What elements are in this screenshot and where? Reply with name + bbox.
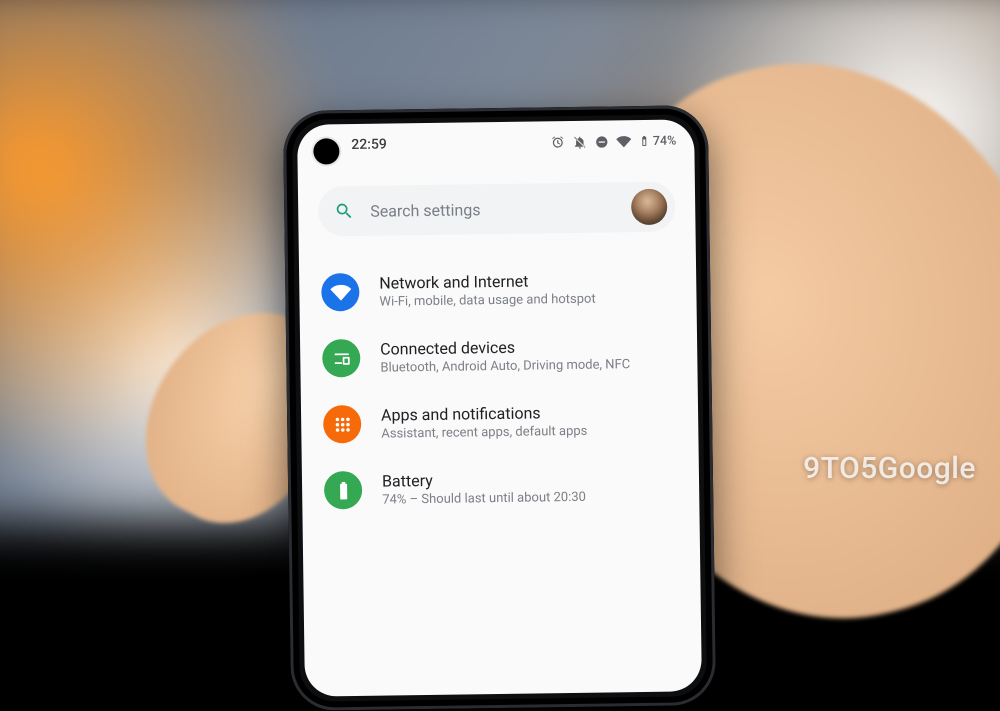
status-time: 22:59: [351, 137, 387, 153]
settings-item-network[interactable]: Network and Internet Wi-Fi, mobile, data…: [299, 254, 697, 326]
settings-item-battery[interactable]: Battery 74% – Should last until about 20…: [302, 452, 700, 524]
settings-item-subtitle: 74% – Should last until about 20:30: [382, 490, 586, 508]
settings-item-subtitle: Assistant, recent apps, default apps: [381, 424, 587, 442]
battery-percent: 74%: [653, 133, 677, 148]
status-icons: 74%: [550, 133, 677, 151]
settings-item-apps[interactable]: Apps and notifications Assistant, recent…: [301, 386, 699, 458]
search-icon: [334, 201, 354, 221]
settings-item-connected-devices[interactable]: Connected devices Bluetooth, Android Aut…: [300, 320, 698, 392]
status-bar: 22:59 74%: [297, 119, 695, 167]
battery-status: 74%: [638, 133, 677, 150]
search-bar[interactable]: [318, 182, 676, 237]
phone-frame: 22:59 74%: [283, 105, 716, 711]
search-input[interactable]: [368, 197, 617, 221]
settings-list: Network and Internet Wi-Fi, mobile, data…: [299, 254, 700, 524]
wifi-icon: [321, 273, 360, 312]
apps-icon: [323, 405, 362, 444]
settings-item-title: Network and Internet: [379, 271, 595, 293]
settings-item-title: Apps and notifications: [381, 403, 587, 425]
settings-item-subtitle: Wi-Fi, mobile, data usage and hotspot: [379, 292, 595, 310]
wifi-status-icon: [616, 134, 631, 149]
dnd-icon: [572, 134, 587, 149]
settings-item-title: Connected devices: [380, 336, 630, 358]
settings-item-subtitle: Bluetooth, Android Auto, Driving mode, N…: [380, 357, 630, 375]
phone-screen: 22:59 74%: [297, 119, 702, 696]
alarm-icon: [550, 135, 565, 150]
watermark: 9TO5Google: [803, 451, 976, 486]
profile-avatar[interactable]: [631, 189, 667, 225]
devices-icon: [322, 339, 361, 378]
battery-icon: [324, 471, 363, 510]
settings-item-title: Battery: [382, 469, 586, 491]
do-not-disturb-icon: [594, 134, 609, 149]
